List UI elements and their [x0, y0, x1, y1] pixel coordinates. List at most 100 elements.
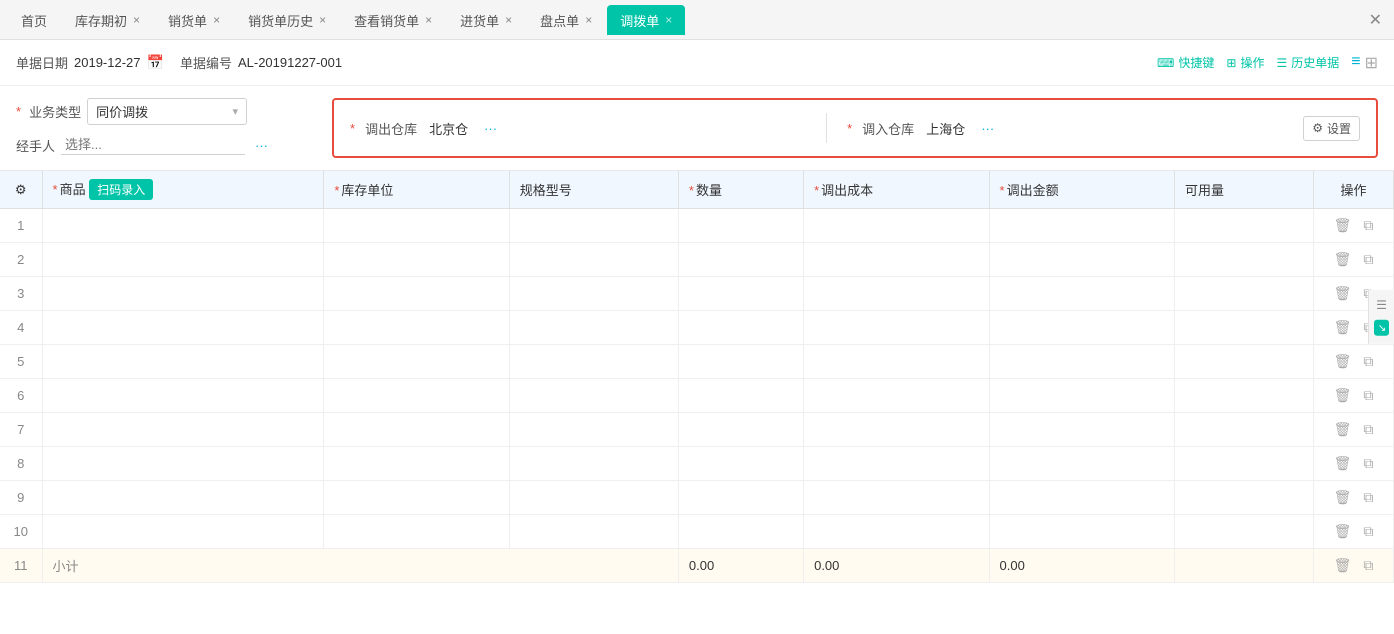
copy-icon[interactable]: ⧉ — [1361, 419, 1375, 440]
tab-close-purchase[interactable]: × — [505, 14, 512, 26]
cell-product[interactable] — [42, 311, 324, 345]
cell-qty[interactable] — [678, 515, 803, 549]
copy-icon[interactable]: ⧉ — [1361, 555, 1375, 576]
in-warehouse-value[interactable]: 上海仓 — [926, 119, 965, 138]
sidebar-list-icon[interactable]: ☰ — [1376, 298, 1387, 312]
cell-spec[interactable] — [509, 209, 678, 243]
cell-product[interactable] — [42, 243, 324, 277]
cell-available[interactable] — [1174, 413, 1313, 447]
handler-more-btn[interactable]: ··· — [255, 138, 268, 153]
tab-view-sales[interactable]: 查看销货单 × — [341, 5, 445, 35]
delete-icon[interactable]: 🗑 — [1332, 419, 1354, 440]
cell-spec[interactable] — [509, 311, 678, 345]
date-value[interactable]: 2019-12-27 — [74, 55, 141, 70]
cell-cost[interactable] — [804, 277, 989, 311]
cell-qty[interactable] — [678, 209, 803, 243]
cell-available[interactable] — [1174, 311, 1313, 345]
shortcut-action[interactable]: ⌨ 快捷键 — [1157, 54, 1214, 71]
out-warehouse-more-btn[interactable]: ··· — [484, 121, 497, 136]
history-action[interactable]: ☰ 历史单据 — [1276, 54, 1339, 71]
cell-spec[interactable] — [509, 277, 678, 311]
cell-spec[interactable] — [509, 515, 678, 549]
list-view-icon[interactable]: ≡ — [1351, 53, 1360, 73]
copy-icon[interactable]: ⧉ — [1361, 521, 1375, 542]
cell-spec[interactable] — [509, 345, 678, 379]
cell-spec[interactable] — [509, 413, 678, 447]
tab-close-sales-order[interactable]: × — [213, 14, 220, 26]
tab-inventory-init[interactable]: 库存期初 × — [62, 5, 153, 35]
out-warehouse-value[interactable]: 北京仓 — [429, 119, 468, 138]
sidebar-expand-icon[interactable]: ↗ — [1374, 320, 1389, 336]
cell-available[interactable] — [1174, 243, 1313, 277]
handler-input[interactable] — [61, 135, 245, 155]
scan-button[interactable]: 扫码录入 — [89, 179, 153, 200]
cell-amount[interactable] — [989, 277, 1174, 311]
cell-unit[interactable] — [324, 481, 509, 515]
tab-close-sales-history[interactable]: × — [319, 14, 326, 26]
copy-icon[interactable]: ⧉ — [1361, 453, 1375, 474]
cell-cost[interactable] — [804, 413, 989, 447]
delete-icon[interactable]: 🗑 — [1332, 283, 1354, 304]
cell-cost[interactable] — [804, 345, 989, 379]
cell-qty[interactable] — [678, 243, 803, 277]
cell-unit[interactable] — [324, 209, 509, 243]
tab-home[interactable]: 首页 — [8, 5, 60, 35]
cell-product[interactable] — [42, 209, 324, 243]
cell-available[interactable] — [1174, 209, 1313, 243]
tab-sales-order[interactable]: 销货单 × — [155, 5, 233, 35]
delete-icon[interactable]: 🗑 — [1332, 555, 1354, 576]
cell-available[interactable] — [1174, 447, 1313, 481]
cell-product[interactable] — [42, 447, 324, 481]
delete-icon[interactable]: 🗑 — [1332, 385, 1354, 406]
cell-spec[interactable] — [509, 243, 678, 277]
cell-qty[interactable] — [678, 413, 803, 447]
cell-qty[interactable] — [678, 447, 803, 481]
cell-unit[interactable] — [324, 379, 509, 413]
th-gear[interactable]: ⚙ — [0, 171, 42, 209]
gear-icon[interactable]: ⚙ — [15, 182, 27, 197]
cell-unit[interactable] — [324, 515, 509, 549]
cell-unit[interactable] — [324, 345, 509, 379]
tab-close-view-sales[interactable]: × — [425, 14, 432, 26]
cell-unit[interactable] — [324, 277, 509, 311]
cell-qty[interactable] — [678, 277, 803, 311]
delete-icon[interactable]: 🗑 — [1332, 215, 1354, 236]
cell-amount[interactable] — [989, 515, 1174, 549]
cell-amount[interactable] — [989, 243, 1174, 277]
tab-close-inventory[interactable]: × — [585, 14, 592, 26]
in-warehouse-more-btn[interactable]: ··· — [981, 121, 994, 136]
cell-product[interactable] — [42, 277, 324, 311]
cell-amount[interactable] — [989, 209, 1174, 243]
cell-cost[interactable] — [804, 209, 989, 243]
cell-cost[interactable] — [804, 515, 989, 549]
cell-qty[interactable] — [678, 311, 803, 345]
cell-unit[interactable] — [324, 311, 509, 345]
cell-qty[interactable] — [678, 379, 803, 413]
operate-action[interactable]: ⊞ 操作 — [1226, 54, 1264, 71]
copy-icon[interactable]: ⧉ — [1361, 487, 1375, 508]
cell-amount[interactable] — [989, 413, 1174, 447]
biz-type-select[interactable]: 同价调拨 ▾ — [87, 98, 247, 125]
tab-close-inventory-init[interactable]: × — [133, 14, 140, 26]
cell-amount[interactable] — [989, 481, 1174, 515]
cell-product[interactable] — [42, 413, 324, 447]
delete-icon[interactable]: 🗑 — [1332, 249, 1354, 270]
cell-unit[interactable] — [324, 447, 509, 481]
cell-available[interactable] — [1174, 379, 1313, 413]
delete-icon[interactable]: 🗑 — [1332, 487, 1354, 508]
cell-amount[interactable] — [989, 379, 1174, 413]
cell-available[interactable] — [1174, 515, 1313, 549]
cell-spec[interactable] — [509, 447, 678, 481]
delete-icon[interactable]: 🗑 — [1332, 521, 1354, 542]
cell-cost[interactable] — [804, 447, 989, 481]
delete-icon[interactable]: 🗑 — [1332, 351, 1354, 372]
cell-cost[interactable] — [804, 311, 989, 345]
tab-transfer[interactable]: 调拨单 × — [607, 5, 685, 35]
cell-available[interactable] — [1174, 345, 1313, 379]
close-all-tabs[interactable]: ✕ — [1365, 6, 1386, 34]
cell-available[interactable] — [1174, 481, 1313, 515]
cell-spec[interactable] — [509, 481, 678, 515]
cell-amount[interactable] — [989, 311, 1174, 345]
delete-icon[interactable]: 🗑 — [1332, 317, 1354, 338]
copy-icon[interactable]: ⧉ — [1361, 385, 1375, 406]
